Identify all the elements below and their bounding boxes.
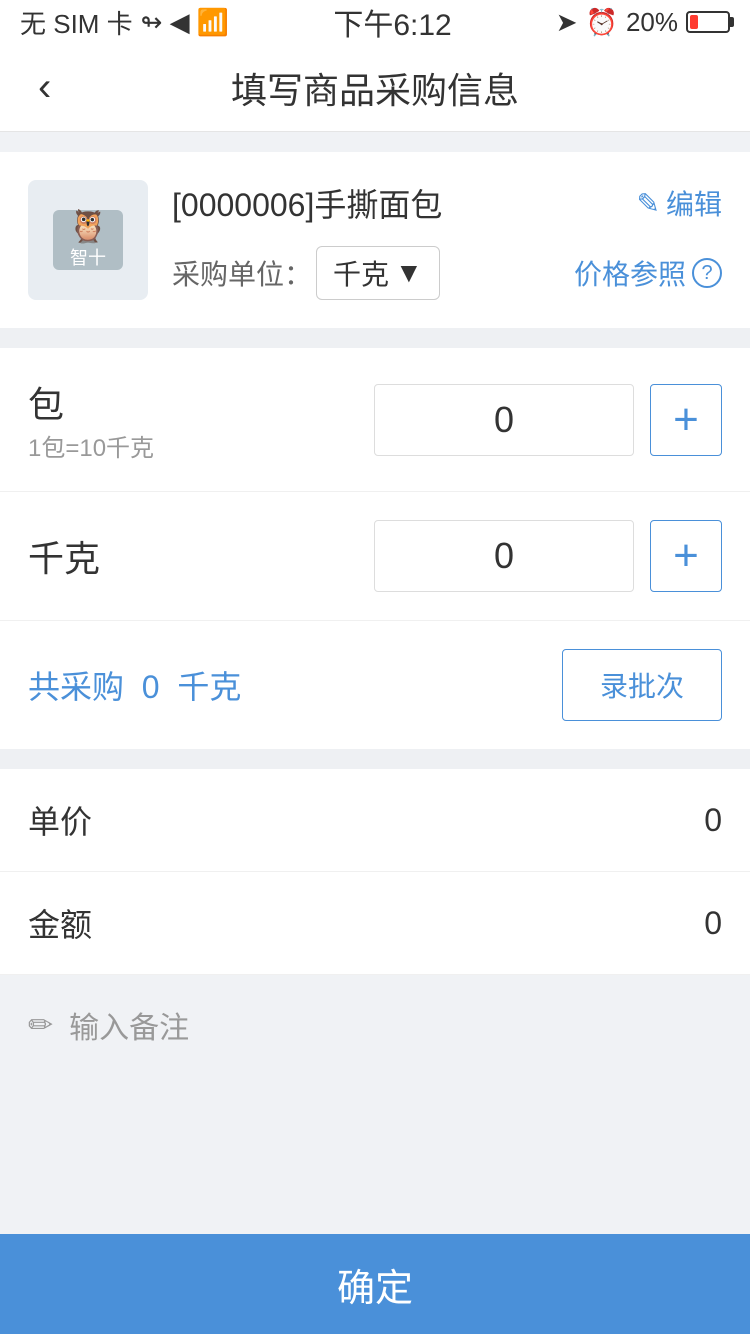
product-info: [0000006]手撕面包 ✎ 编辑 采购单位： 千克 ▼ 价格参照 ?	[172, 180, 722, 300]
kg-quantity-input[interactable]	[374, 520, 634, 592]
back-button[interactable]: ‹	[28, 55, 61, 120]
total-value: 0	[142, 669, 160, 705]
bag-input-row: 包 1包=10千克 +	[0, 348, 750, 492]
kg-input-row: 千克 +	[0, 492, 750, 621]
kg-label-area: 千克	[28, 530, 148, 582]
kg-label: 千克	[28, 530, 148, 582]
unit-selector[interactable]: 千克 ▼	[316, 246, 440, 300]
dropdown-icon: ▼	[395, 257, 423, 289]
product-name-row: [0000006]手撕面包 ✎ 编辑	[172, 180, 722, 226]
status-left: 无 SIM 卡 ↬ ◀ 📶	[20, 4, 229, 41]
unit-label: 采购单位：	[172, 253, 312, 293]
unit-price-value: 0	[704, 802, 722, 839]
unit-price-label: 单价	[28, 797, 92, 843]
amount-label: 金额	[28, 900, 92, 946]
total-prefix: 共采购	[28, 669, 124, 705]
sim-status: 无 SIM 卡	[20, 4, 133, 41]
edit-button[interactable]: ✎ 编辑	[637, 183, 722, 223]
bag-label-area: 包 1包=10千克	[28, 376, 154, 463]
bag-quantity-input[interactable]	[374, 384, 634, 456]
total-unit: 千克	[177, 669, 241, 705]
status-right: ➤ ⏰ 20%	[556, 7, 730, 38]
kg-plus-button[interactable]: +	[650, 520, 722, 592]
status-bar: 无 SIM 卡 ↬ ◀ 📶 下午6:12 ➤ ⏰ 20%	[0, 0, 750, 44]
product-name: [0000006]手撕面包	[172, 180, 442, 226]
batch-button[interactable]: 录批次	[562, 649, 722, 721]
bag-input-right: +	[154, 384, 722, 456]
unit-row: 采购单位： 千克 ▼ 价格参照 ?	[172, 246, 722, 300]
price-ref-label: 价格参照	[574, 253, 686, 293]
unit-value: 千克	[333, 253, 389, 293]
info-icon: ?	[692, 258, 722, 288]
note-section[interactable]: ✏ 输入备注	[0, 975, 750, 1075]
alarm-icon: ⏰	[586, 7, 618, 38]
edit-label: 编辑	[666, 183, 722, 223]
amount-row: 金额 0	[0, 872, 750, 975]
location-icon: ➤	[556, 7, 578, 38]
bag-sub-label: 1包=10千克	[28, 428, 154, 463]
amount-value: 0	[704, 905, 722, 942]
nav-bar: ‹ 填写商品采购信息	[0, 44, 750, 132]
total-text: 共采购 0 千克	[28, 662, 241, 708]
edit-icon: ✎	[637, 187, 660, 220]
section-divider-2	[0, 749, 750, 769]
unit-price-row: 单价 0	[0, 769, 750, 872]
battery-icon	[686, 11, 730, 33]
product-image: 🦉 智十	[28, 180, 148, 300]
product-logo: 🦉 智十	[53, 210, 123, 270]
confirm-button[interactable]: 确定	[0, 1234, 750, 1334]
status-time: 下午6:12	[333, 0, 451, 44]
product-card: 🦉 智十 [0000006]手撕面包 ✎ 编辑 采购单位： 千克 ▼ 价格参照 …	[0, 152, 750, 328]
owl-icon: 🦉	[68, 210, 108, 242]
note-placeholder: 输入备注	[69, 1003, 189, 1047]
bag-label: 包	[28, 376, 154, 428]
section-divider-1	[0, 328, 750, 348]
kg-input-right: +	[148, 520, 722, 592]
battery-percent: 20%	[626, 7, 678, 38]
unit-select-area: 采购单位： 千克 ▼	[172, 246, 440, 300]
total-row: 共采购 0 千克 录批次	[0, 621, 750, 749]
bag-plus-button[interactable]: +	[650, 384, 722, 456]
price-reference-button[interactable]: 价格参照 ?	[574, 253, 722, 293]
note-icon: ✏	[28, 1008, 53, 1043]
brand-name: 智十	[70, 244, 106, 270]
page-title: 填写商品采购信息	[231, 62, 519, 114]
wifi-icon: ↬ ◀ 📶	[141, 7, 230, 38]
